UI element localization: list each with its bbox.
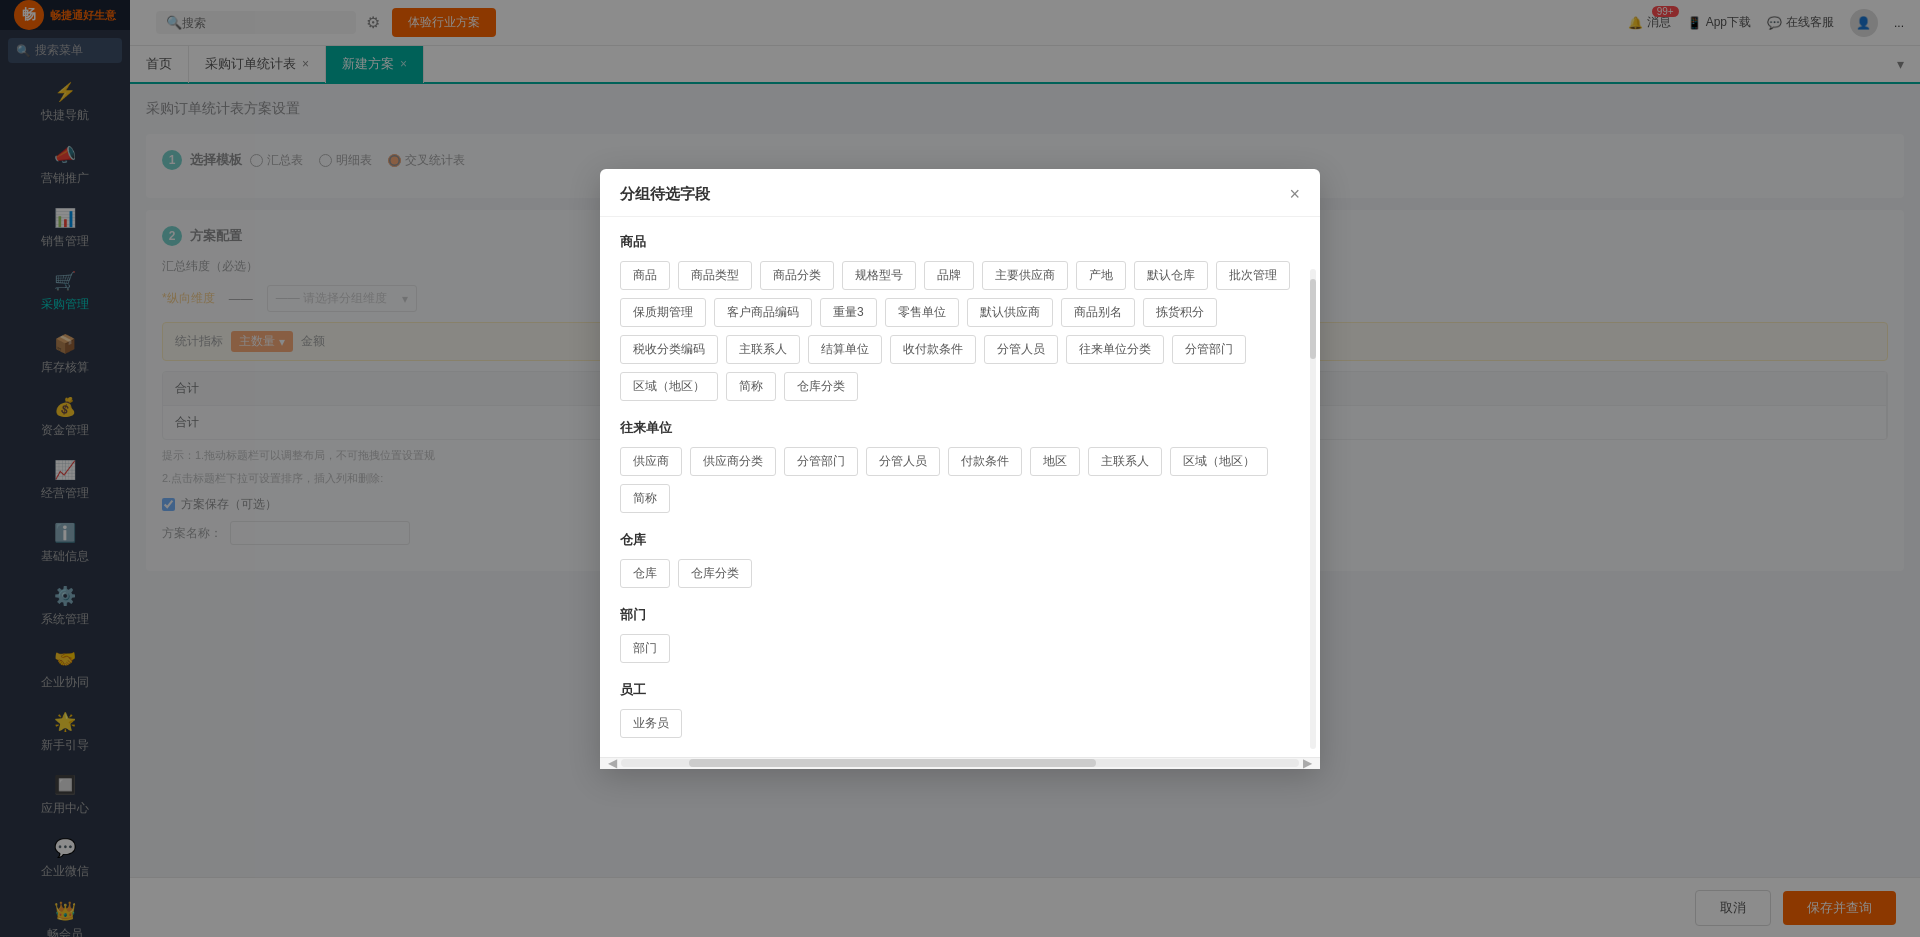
field-section-3: 部门部门 [620, 606, 1300, 663]
field-tag-1-0[interactable]: 供应商 [620, 447, 682, 476]
field-tag-0-15[interactable]: 拣货积分 [1143, 298, 1217, 327]
field-tag-0-5[interactable]: 主要供应商 [982, 261, 1068, 290]
field-tag-1-2[interactable]: 分管部门 [784, 447, 858, 476]
field-tag-0-11[interactable]: 重量3 [820, 298, 877, 327]
field-tag-0-24[interactable]: 简称 [726, 372, 776, 401]
field-tag-2-0[interactable]: 仓库 [620, 559, 670, 588]
field-tag-0-25[interactable]: 仓库分类 [784, 372, 858, 401]
modal-body: 商品商品商品类型商品分类规格型号品牌主要供应商产地默认仓库批次管理保质期管理客户… [600, 217, 1320, 757]
hscroll-right-arrow[interactable]: ▶ [1303, 756, 1312, 770]
field-tags-3: 部门 [620, 634, 1300, 663]
modal-overlay: 分组待选字段 × 商品商品商品类型商品分类规格型号品牌主要供应商产地默认仓库批次… [0, 0, 1920, 937]
modal-close-button[interactable]: × [1289, 185, 1300, 203]
field-tag-4-0[interactable]: 业务员 [620, 709, 682, 738]
field-section-2: 仓库仓库仓库分类 [620, 531, 1300, 588]
field-tag-0-4[interactable]: 品牌 [924, 261, 974, 290]
field-tag-1-7[interactable]: 区域（地区） [1170, 447, 1268, 476]
field-tag-0-0[interactable]: 商品 [620, 261, 670, 290]
field-tag-1-6[interactable]: 主联系人 [1088, 447, 1162, 476]
field-tag-1-5[interactable]: 地区 [1030, 447, 1080, 476]
field-section-title-3: 部门 [620, 606, 1300, 624]
field-tag-1-4[interactable]: 付款条件 [948, 447, 1022, 476]
field-tag-0-20[interactable]: 分管人员 [984, 335, 1058, 364]
field-section-title-1: 往来单位 [620, 419, 1300, 437]
field-section-1: 往来单位供应商供应商分类分管部门分管人员付款条件地区主联系人区域（地区） 简称 [620, 419, 1300, 513]
modal-horizontal-scrollbar[interactable] [621, 759, 1299, 767]
field-tag-0-2[interactable]: 商品分类 [760, 261, 834, 290]
field-tag-0-8[interactable]: 批次管理 [1216, 261, 1290, 290]
field-tag-0-13[interactable]: 默认供应商 [967, 298, 1053, 327]
field-tag-2-1[interactable]: 仓库分类 [678, 559, 752, 588]
modal-scrollbar[interactable] [1310, 269, 1316, 749]
field-tag-0-10[interactable]: 客户商品编码 [714, 298, 812, 327]
field-tag-0-22[interactable]: 分管部门 [1172, 335, 1246, 364]
field-tag-0-1[interactable]: 商品类型 [678, 261, 752, 290]
field-tag-0-7[interactable]: 默认仓库 [1134, 261, 1208, 290]
field-tags-1: 供应商供应商分类分管部门分管人员付款条件地区主联系人区域（地区） 简称 [620, 447, 1300, 513]
field-tag-3-0[interactable]: 部门 [620, 634, 670, 663]
field-tag-0-3[interactable]: 规格型号 [842, 261, 916, 290]
field-section-4: 员工业务员 [620, 681, 1300, 738]
field-tag-1-1[interactable]: 供应商分类 [690, 447, 776, 476]
hscroll-left-arrow[interactable]: ◀ [608, 756, 617, 770]
modal-dialog: 分组待选字段 × 商品商品商品类型商品分类规格型号品牌主要供应商产地默认仓库批次… [600, 169, 1320, 769]
modal-scrollbar-thumb [1310, 279, 1316, 359]
field-tag-1-8[interactable]: 简称 [620, 484, 670, 513]
modal-footer-bar: ◀ ▶ [600, 757, 1320, 769]
field-tag-0-14[interactable]: 商品别名 [1061, 298, 1135, 327]
field-section-title-4: 员工 [620, 681, 1300, 699]
field-section-title-0: 商品 [620, 233, 1300, 251]
modal-title: 分组待选字段 [620, 185, 710, 204]
field-tags-4: 业务员 [620, 709, 1300, 738]
field-tag-0-6[interactable]: 产地 [1076, 261, 1126, 290]
field-tag-1-3[interactable]: 分管人员 [866, 447, 940, 476]
modal-hscroll-thumb [689, 759, 1096, 767]
field-tag-0-12[interactable]: 零售单位 [885, 298, 959, 327]
field-tag-0-21[interactable]: 往来单位分类 [1066, 335, 1164, 364]
field-tag-0-19[interactable]: 收付款条件 [890, 335, 976, 364]
field-section-title-2: 仓库 [620, 531, 1300, 549]
field-tags-2: 仓库仓库分类 [620, 559, 1300, 588]
field-tag-0-23[interactable]: 区域（地区） [620, 372, 718, 401]
field-tags-0: 商品商品类型商品分类规格型号品牌主要供应商产地默认仓库批次管理保质期管理客户商品… [620, 261, 1300, 401]
modal-header: 分组待选字段 × [600, 169, 1320, 217]
field-tag-0-9[interactable]: 保质期管理 [620, 298, 706, 327]
field-tag-0-18[interactable]: 结算单位 [808, 335, 882, 364]
field-tag-0-16[interactable]: 税收分类编码 [620, 335, 718, 364]
field-section-0: 商品商品商品类型商品分类规格型号品牌主要供应商产地默认仓库批次管理保质期管理客户… [620, 233, 1300, 401]
field-tag-0-17[interactable]: 主联系人 [726, 335, 800, 364]
